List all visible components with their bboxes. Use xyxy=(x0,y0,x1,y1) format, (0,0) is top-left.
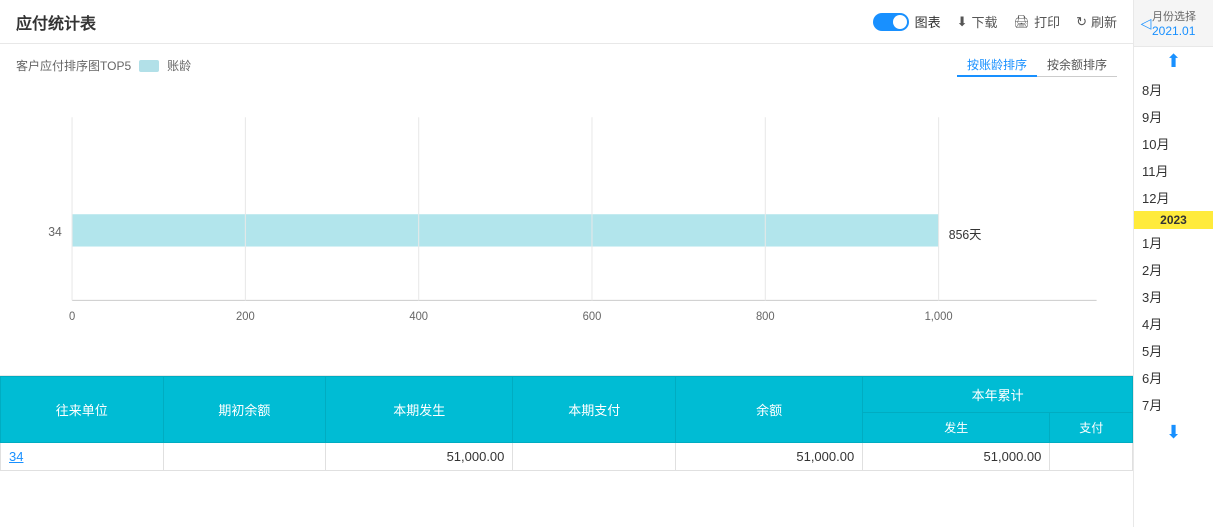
col-year-pay: 支付 xyxy=(1050,413,1133,443)
chart-section: 客户应付排序图TOP5 账龄 按账龄排序 按余额排序 34 856天 xyxy=(0,44,1133,376)
month-item-10[interactable]: 10月 xyxy=(1134,130,1213,157)
download-button[interactable]: ⬇ 下载 xyxy=(957,12,998,31)
col-unit: 往来单位 xyxy=(1,377,164,443)
bar-value-label: 856天 xyxy=(949,228,982,242)
cell-current-occur: 51,000.00 xyxy=(326,443,513,471)
refresh-icon: ↻ xyxy=(1076,14,1087,30)
table-row: 34 51,000.00 51,000.00 51,000.00 xyxy=(1,443,1133,471)
col-balance: 余额 xyxy=(676,377,863,443)
chart-label: 图表 xyxy=(915,12,941,31)
sort-by-balance-button[interactable]: 按余额排序 xyxy=(1037,54,1117,77)
cell-balance: 51,000.00 xyxy=(676,443,863,471)
month-item-3[interactable]: 3月 xyxy=(1134,283,1213,310)
x-tick-1000: 1,000 xyxy=(925,311,953,323)
y-axis-label: 34 xyxy=(48,224,62,238)
month-item-11[interactable]: 11月 xyxy=(1134,157,1213,184)
nav-down-button[interactable]: ⬇ xyxy=(1162,418,1185,447)
sidebar-collapse-arrow[interactable]: ◁ xyxy=(1140,13,1152,33)
page-header: 应付统计表 图表 ⬇ 下载 🖨 打印 ↻ 刷新 xyxy=(0,0,1133,44)
month-item-4[interactable]: 4月 xyxy=(1134,310,1213,337)
data-table: 往来单位 期初余额 本期发生 本期支付 余额 本年累计 发生 支付 xyxy=(0,376,1133,471)
x-tick-200: 200 xyxy=(236,311,255,323)
table-body: 34 51,000.00 51,000.00 51,000.00 xyxy=(1,443,1133,471)
chart-header: 客户应付排序图TOP5 账龄 按账龄排序 按余额排序 xyxy=(16,54,1117,77)
toggle-thumb xyxy=(893,15,907,29)
year-label-2023: 2023 xyxy=(1134,211,1213,229)
col-current-pay: 本期支付 xyxy=(513,377,676,443)
month-item-9[interactable]: 9月 xyxy=(1134,103,1213,130)
col-opening: 期初余额 xyxy=(163,377,326,443)
sidebar-nav: ⬆ xyxy=(1134,47,1213,76)
sidebar-nav-bottom: ⬇ xyxy=(1134,418,1213,447)
refresh-button[interactable]: ↻ 刷新 xyxy=(1076,12,1117,31)
month-item-5[interactable]: 5月 xyxy=(1134,337,1213,364)
unit-link[interactable]: 34 xyxy=(9,449,23,464)
col-current-occur: 本期发生 xyxy=(326,377,513,443)
print-icon: 🖨 xyxy=(1014,14,1031,30)
month-input[interactable] xyxy=(1152,24,1207,38)
chart-toggle[interactable]: 图表 xyxy=(873,12,941,31)
x-tick-400: 400 xyxy=(409,311,428,323)
col-year-cumulative: 本年累计 xyxy=(863,377,1133,413)
page-title: 应付统计表 xyxy=(16,10,96,34)
cell-opening xyxy=(163,443,326,471)
x-tick-600: 600 xyxy=(583,311,602,323)
table-section: 往来单位 期初余额 本期发生 本期支付 余额 本年累计 发生 支付 xyxy=(0,376,1133,527)
chart-bar xyxy=(72,214,939,246)
x-tick-0: 0 xyxy=(69,311,75,323)
cell-year-occur: 51,000.00 xyxy=(863,443,1050,471)
sort-buttons: 按账龄排序 按余额排序 xyxy=(957,54,1117,77)
month-item-1[interactable]: 1月 xyxy=(1134,229,1213,256)
col-year-occur: 发生 xyxy=(863,413,1050,443)
header-actions: 图表 ⬇ 下载 🖨 打印 ↻ 刷新 xyxy=(873,12,1117,31)
month-item-6[interactable]: 6月 xyxy=(1134,364,1213,391)
chart-svg: 34 856天 0 200 400 600 800 1,000 xyxy=(16,85,1117,365)
download-icon: ⬇ xyxy=(957,14,968,30)
legend-label: 客户应付排序图TOP5 xyxy=(16,57,131,74)
sort-by-age-button[interactable]: 按账龄排序 xyxy=(957,54,1037,77)
sidebar-header: ◁ 月份选择 xyxy=(1134,0,1213,47)
cell-current-pay xyxy=(513,443,676,471)
nav-up-button[interactable]: ⬆ xyxy=(1162,47,1185,76)
cell-unit: 34 xyxy=(1,443,164,471)
month-list: 8月 9月 10月 11月 12月 2023 1月 2月 3月 4月 5月 6月… xyxy=(1134,76,1213,418)
month-item-12[interactable]: 12月 xyxy=(1134,184,1213,211)
legend-box xyxy=(139,60,159,72)
cell-year-pay xyxy=(1050,443,1133,471)
month-item-2[interactable]: 2月 xyxy=(1134,256,1213,283)
chart-wrapper: 34 856天 0 200 400 600 800 1,000 xyxy=(16,85,1117,365)
sidebar: ◁ 月份选择 ⬆ 8月 9月 10月 11月 12月 2023 1月 2月 3月… xyxy=(1133,0,1213,527)
month-item-7[interactable]: 7月 xyxy=(1134,391,1213,418)
x-tick-800: 800 xyxy=(756,311,775,323)
toggle-track[interactable] xyxy=(873,13,909,31)
legend-box-label: 账龄 xyxy=(167,57,191,74)
month-item-8[interactable]: 8月 xyxy=(1134,76,1213,103)
month-select-label: 月份选择 xyxy=(1152,8,1207,24)
table-header-row: 往来单位 期初余额 本期发生 本期支付 余额 本年累计 xyxy=(1,377,1133,413)
print-button[interactable]: 🖨 打印 xyxy=(1014,12,1061,31)
chart-legend: 客户应付排序图TOP5 账龄 xyxy=(16,57,191,74)
